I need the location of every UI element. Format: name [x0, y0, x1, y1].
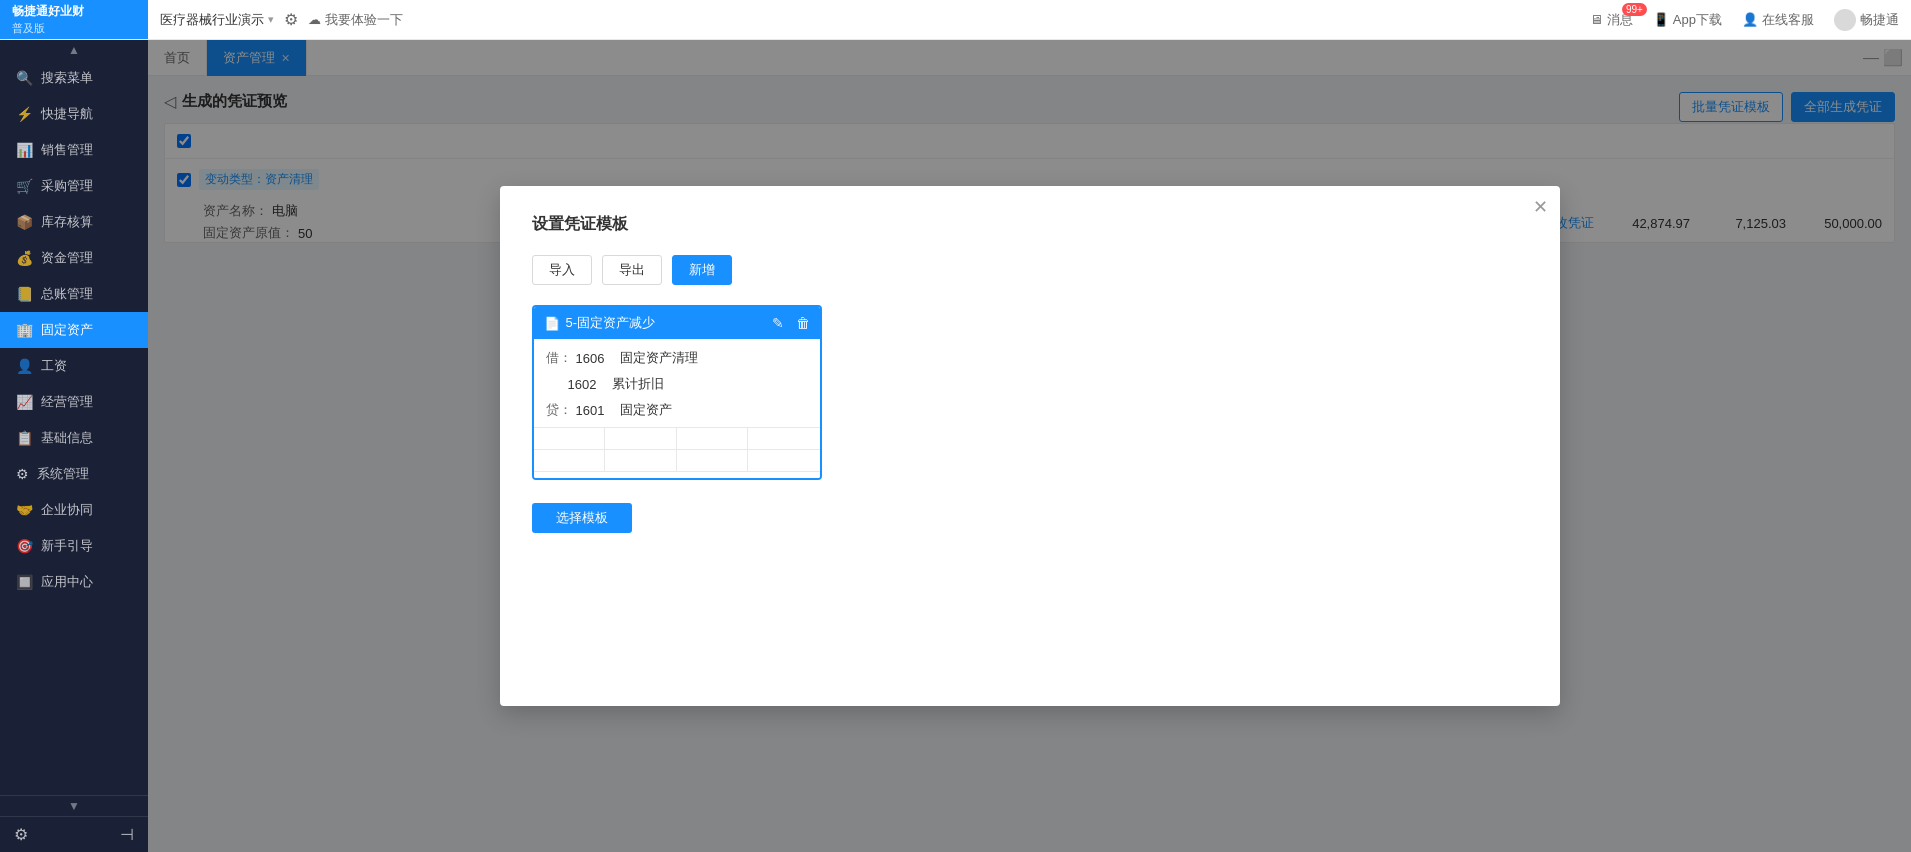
- messages-badge: 99+: [1622, 3, 1647, 16]
- operations-icon: 📈: [16, 394, 33, 410]
- sidebar-item-funds[interactable]: 💰 资金管理: [0, 240, 148, 276]
- app-name: 畅捷通好业财: [12, 3, 136, 20]
- settings-bottom-icon[interactable]: ⚙: [14, 825, 28, 844]
- select-template-btn[interactable]: 选择模板: [532, 503, 632, 533]
- template-entry-2: 1602 累计折旧: [534, 371, 820, 397]
- sidebar-item-ledger[interactable]: 📒 总账管理: [0, 276, 148, 312]
- message-icon: 🖥: [1590, 12, 1603, 27]
- company-selector[interactable]: 医疗器械行业演示 ▾: [160, 11, 274, 29]
- template-delete-icon[interactable]: 🗑: [796, 315, 810, 331]
- search-icon: 🔍: [16, 70, 33, 86]
- messages-btn[interactable]: 🖥 消息 99+: [1590, 11, 1633, 29]
- settings-icon[interactable]: ⚙: [284, 10, 298, 29]
- sidebar-item-operations[interactable]: 📈 经营管理: [0, 384, 148, 420]
- sidebar-item-system[interactable]: ⚙ 系统管理: [0, 456, 148, 492]
- sidebar: ▲ 🔍 搜索菜单 ⚡ 快捷导航 📊 销售管理 🛒 采购管理 📦 库存核: [0, 40, 148, 852]
- app-center-icon: 🔲: [16, 574, 33, 590]
- download-icon: 📱: [1653, 12, 1669, 27]
- dialog-title: 设置凭证模板: [532, 214, 1528, 235]
- experience-btn[interactable]: ☁ 我要体验一下: [308, 11, 403, 29]
- user-btn[interactable]: 畅捷通: [1834, 9, 1899, 31]
- template-doc-icon: 📄: [544, 316, 560, 331]
- template-entry-3: 贷： 1601 固定资产: [534, 397, 820, 423]
- sidebar-item-payroll[interactable]: 👤 工资: [0, 348, 148, 384]
- sidebar-item-basic-info[interactable]: 📋 基础信息: [0, 420, 148, 456]
- template-card: 📄 5-固定资产减少 ✎ 🗑 借： 1606 固定资产清理: [532, 305, 822, 480]
- fixed-assets-icon: 🏢: [16, 322, 33, 338]
- template-entry-1: 借： 1606 固定资产清理: [534, 345, 820, 371]
- system-icon: ⚙: [16, 466, 29, 482]
- sidebar-item-inventory[interactable]: 📦 库存核算: [0, 204, 148, 240]
- app-download-btn[interactable]: 📱 App下载: [1653, 11, 1722, 29]
- sidebar-item-sales[interactable]: 📊 销售管理: [0, 132, 148, 168]
- company-name: 医疗器械行业演示: [160, 11, 264, 29]
- dialog: ✕ 设置凭证模板 导入 导出 新增 📄 5-固定资产减少 ✎: [500, 186, 1560, 706]
- guide-icon: 🎯: [16, 538, 33, 554]
- service-icon: 👤: [1742, 12, 1758, 27]
- sidebar-scroll-down[interactable]: ▼: [0, 795, 148, 816]
- company-dropdown-icon: ▾: [268, 13, 274, 26]
- sidebar-item-fixed-assets[interactable]: 🏢 固定资产: [0, 312, 148, 348]
- new-btn[interactable]: 新增: [672, 255, 732, 285]
- sidebar-item-search[interactable]: 🔍 搜索菜单: [0, 60, 148, 96]
- sidebar-item-guide[interactable]: 🎯 新手引导: [0, 528, 148, 564]
- basic-info-icon: 📋: [16, 430, 33, 446]
- template-card-body: 借： 1606 固定资产清理 1602 累计折旧 贷：: [534, 339, 820, 478]
- quicknav-icon: ⚡: [16, 106, 33, 122]
- dialog-close-btn[interactable]: ✕: [1533, 198, 1548, 216]
- ledger-icon: 📒: [16, 286, 33, 302]
- avatar: [1834, 9, 1856, 31]
- template-card-header: 📄 5-固定资产减少 ✎ 🗑: [534, 307, 820, 339]
- logo-area: 畅捷通好业财 普及版: [0, 0, 148, 39]
- export-btn[interactable]: 导出: [602, 255, 662, 285]
- template-title: 5-固定资产减少: [566, 314, 656, 332]
- payroll-icon: 👤: [16, 358, 33, 374]
- inventory-icon: 📦: [16, 214, 33, 230]
- cloud-icon: ☁: [308, 12, 321, 27]
- funds-icon: 💰: [16, 250, 33, 266]
- enterprise-icon: 🤝: [16, 502, 33, 518]
- sales-icon: 📊: [16, 142, 33, 158]
- template-edit-icon[interactable]: ✎: [772, 315, 784, 331]
- collapse-sidebar-icon[interactable]: ⊣: [120, 825, 134, 844]
- purchase-icon: 🛒: [16, 178, 33, 194]
- app-version: 普及版: [12, 21, 136, 36]
- import-btn[interactable]: 导入: [532, 255, 592, 285]
- online-service-btn[interactable]: 👤 在线客服: [1742, 11, 1814, 29]
- sidebar-item-app-center[interactable]: 🔲 应用中心: [0, 564, 148, 600]
- sidebar-item-quicknav[interactable]: ⚡ 快捷导航: [0, 96, 148, 132]
- sidebar-item-enterprise[interactable]: 🤝 企业协同: [0, 492, 148, 528]
- sidebar-scroll-up[interactable]: ▲: [0, 40, 148, 60]
- sidebar-item-purchase[interactable]: 🛒 采购管理: [0, 168, 148, 204]
- dialog-overlay: ✕ 设置凭证模板 导入 导出 新增 📄 5-固定资产减少 ✎: [148, 40, 1911, 852]
